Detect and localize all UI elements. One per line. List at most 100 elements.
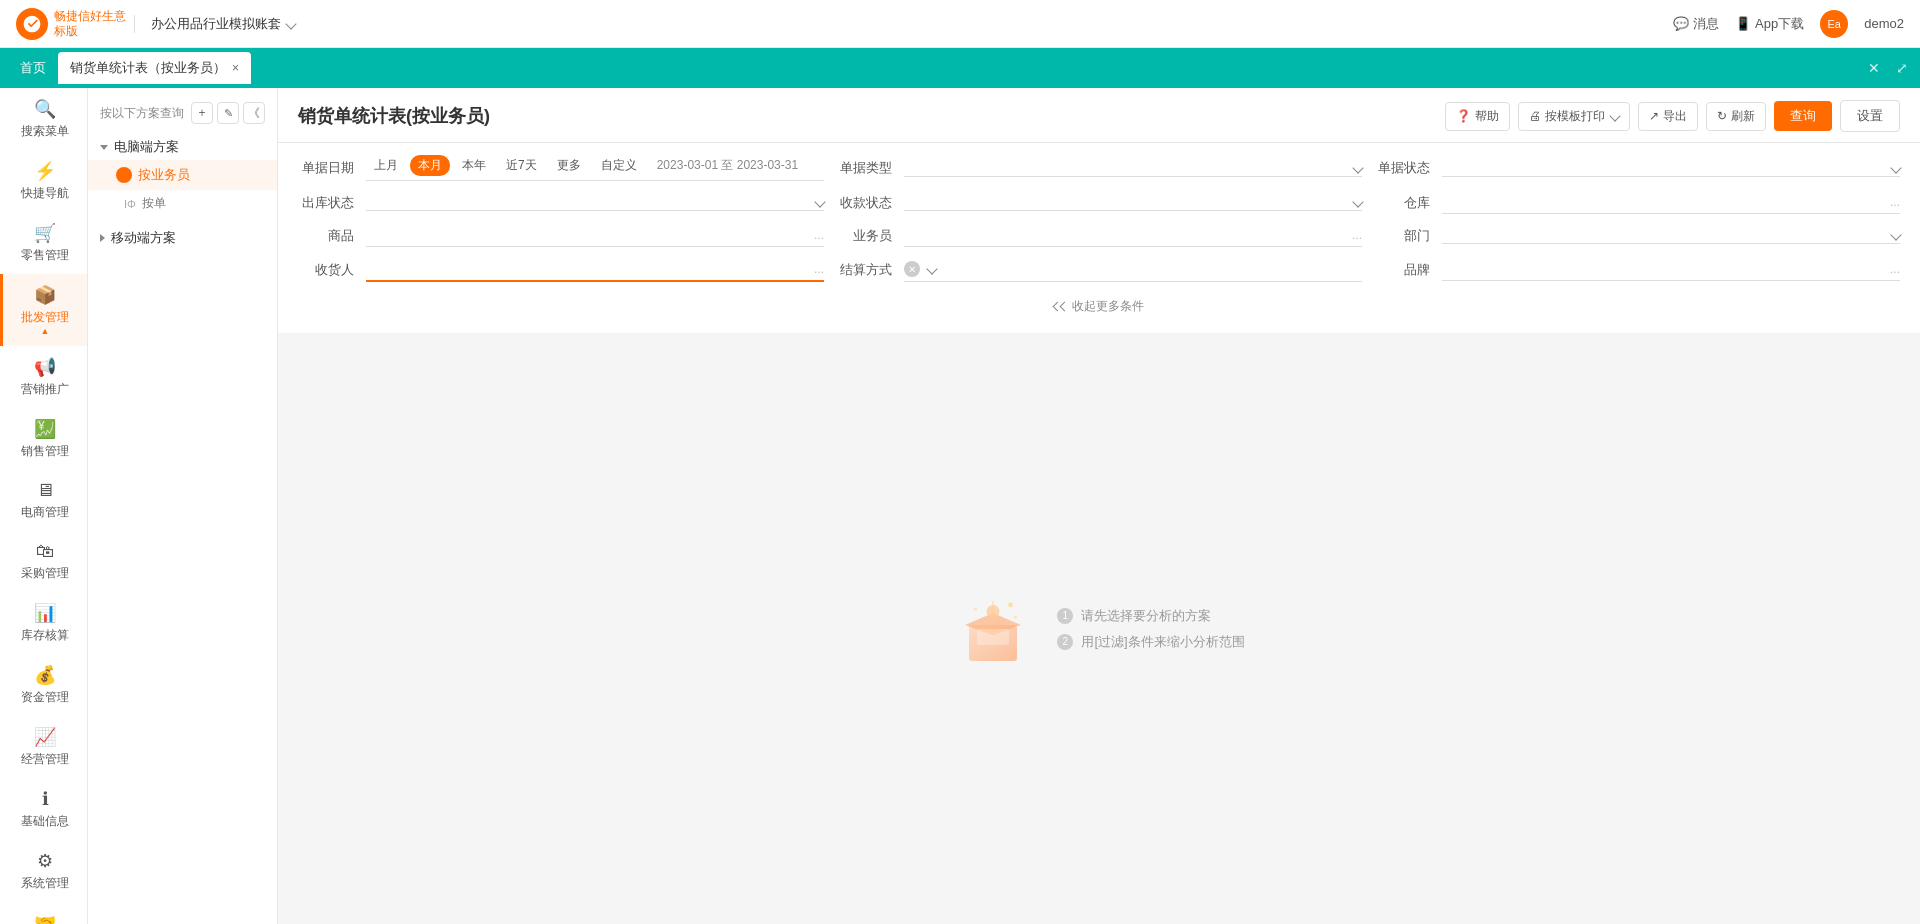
salesman-select[interactable]: ...: [904, 224, 1362, 247]
svg-point-7: [974, 607, 977, 610]
sidebar-item-operations[interactable]: 📈 经营管理: [0, 716, 87, 778]
delivery-chevron: [814, 196, 825, 207]
print-button[interactable]: 🖨 按模板打印: [1518, 102, 1630, 131]
ecommerce-icon: 🖥: [36, 480, 54, 501]
wholesale-icon: 📦: [34, 284, 56, 306]
inventory-icon: 📊: [34, 602, 56, 624]
scheme-item-by-salesman[interactable]: 按业务员: [88, 160, 277, 190]
download-icon: 📱: [1735, 16, 1751, 31]
tab-close-window[interactable]: ✕: [1864, 56, 1884, 80]
svg-point-5: [1009, 602, 1014, 607]
tab-expand-window[interactable]: ⤢: [1892, 56, 1912, 80]
sidebar-item-system[interactable]: ⚙ 系统管理: [0, 840, 87, 902]
date-tab-this-year[interactable]: 本年: [454, 155, 494, 176]
left-panel: 按以下方案查询 + ✎ 《 电脑端方案: [88, 88, 278, 924]
date-tab-custom[interactable]: 自定义: [593, 155, 645, 176]
tab-home[interactable]: 首页: [8, 52, 58, 84]
main-layout: 🔍 搜索菜单 ⚡ 快捷导航 🛒 零售管理 📦 批发管理 ▲ 📢 营销推广 💹 销…: [0, 88, 1920, 924]
scheme-dot-icon: [116, 167, 132, 183]
page-actions: ❓ 帮助 🖨 按模板打印 ↗ 导出 ↻: [1445, 100, 1900, 132]
scheme-group-mobile: 移动端方案: [88, 221, 277, 255]
settle-label: 结算方式: [836, 261, 892, 279]
user-action[interactable]: demo2: [1864, 16, 1904, 31]
sidebar-item-marketing[interactable]: 📢 营销推广: [0, 346, 87, 408]
payment-select[interactable]: [904, 194, 1362, 211]
operations-icon: 📈: [34, 726, 56, 748]
doc-type-select[interactable]: [904, 160, 1362, 177]
tab-sales-stat[interactable]: 销货单统计表（按业务员） ×: [58, 52, 251, 84]
date-tab-more[interactable]: 更多: [549, 155, 589, 176]
sidebar-item-wholesale[interactable]: 📦 批发管理 ▲: [0, 274, 87, 346]
add-scheme-button[interactable]: +: [191, 102, 213, 124]
collapse-bar[interactable]: 收起更多条件: [298, 292, 1900, 321]
scheme-group-desktop-title[interactable]: 电脑端方案: [88, 134, 277, 160]
goods-select[interactable]: ...: [366, 224, 824, 247]
collapse-panel-button[interactable]: 《: [243, 102, 265, 124]
date-tab-this-month[interactable]: 本月: [410, 155, 450, 176]
query-button[interactable]: 查询: [1774, 101, 1832, 131]
warehouse-select[interactable]: ...: [1442, 191, 1900, 214]
doc-type-label: 单据类型: [836, 159, 892, 177]
sidebar-item-ecommerce[interactable]: 🖥 电商管理: [0, 470, 87, 531]
refresh-button[interactable]: ↻ 刷新: [1706, 102, 1766, 131]
export-icon: ↗: [1649, 109, 1659, 123]
settle-clear-button[interactable]: ✕: [904, 261, 920, 277]
tip2-num: 2: [1057, 634, 1073, 650]
tip1-text: 请先选择要分析的方案: [1081, 607, 1211, 625]
doc-status-chevron: [1890, 162, 1901, 173]
sidebar-item-sales[interactable]: 💹 销售管理: [0, 408, 87, 470]
date-tab-last7[interactable]: 近7天: [498, 155, 545, 176]
sidebar-item-quicknav[interactable]: ⚡ 快捷导航: [0, 150, 87, 212]
scheme-group-mobile-title[interactable]: 移动端方案: [88, 225, 277, 251]
group-collapsed-icon: [100, 234, 105, 242]
top-header: 畅捷信好生意 标版 办公用品行业模拟账套 💬 消息 📱 App下载 Ea dem…: [0, 0, 1920, 48]
sidebar-item-basic[interactable]: ℹ 基础信息: [0, 778, 87, 840]
brand-select[interactable]: ...: [1442, 258, 1900, 281]
message-action[interactable]: 💬 消息: [1673, 15, 1719, 33]
goods-dots: ...: [814, 228, 824, 242]
help-button[interactable]: ❓ 帮助: [1445, 102, 1510, 131]
tab-close-icon[interactable]: ×: [232, 61, 239, 75]
group-expand-icon: [100, 145, 108, 150]
empty-state: 1 请先选择要分析的方案 2 用[过滤]条件来缩小分析范围: [278, 333, 1920, 924]
filter-row-4: 收货人 ... 结算方式 ✕ 品牌 ...: [298, 257, 1900, 282]
warehouse-dots: ...: [1890, 195, 1900, 209]
download-action[interactable]: 📱 App下载: [1735, 15, 1804, 33]
consignee-input[interactable]: ...: [366, 258, 824, 282]
brand-dots: ...: [1890, 262, 1900, 276]
department-select[interactable]: [1442, 227, 1900, 244]
left-panel-title: 按以下方案查询: [100, 105, 184, 122]
delivery-select[interactable]: [366, 194, 824, 211]
user-avatar[interactable]: Ea: [1820, 10, 1848, 38]
finance-icon: 💰: [34, 664, 56, 686]
scheme-subitem-by-order[interactable]: IΦ 按单: [88, 190, 277, 217]
filter-row-2: 出库状态 收款状态 仓库 ...: [298, 191, 1900, 214]
tab-bar-actions: ✕ ⤢: [1864, 56, 1912, 80]
sidebar-item-retail[interactable]: 🛒 零售管理: [0, 212, 87, 274]
sidebar-item-coop[interactable]: 🤝 企业协同: [0, 902, 87, 924]
print-icon: 🖨: [1529, 109, 1541, 123]
sidebar-item-purchase[interactable]: 🛍 采购管理: [0, 531, 87, 592]
settle-select[interactable]: ✕: [904, 257, 1362, 282]
coop-icon: 🤝: [34, 912, 56, 924]
page-title-row: 销货单统计表(按业务员) ❓ 帮助 🖨 按模板打印 ↗: [298, 100, 1900, 132]
date-tabs: 上月 本月 本年 近7天 更多 自定义: [366, 155, 645, 176]
settings-button[interactable]: 设置: [1840, 100, 1900, 132]
sidebar-item-search[interactable]: 🔍 搜索菜单: [0, 88, 87, 150]
app-selector[interactable]: 办公用品行业模拟账套: [143, 11, 303, 37]
date-tab-last-month[interactable]: 上月: [366, 155, 406, 176]
doc-status-select[interactable]: [1442, 160, 1900, 177]
refresh-icon: ↻: [1717, 109, 1727, 123]
help-icon: ❓: [1456, 109, 1471, 123]
sidebar: 🔍 搜索菜单 ⚡ 快捷导航 🛒 零售管理 📦 批发管理 ▲ 📢 营销推广 💹 销…: [0, 88, 88, 924]
sidebar-item-inventory[interactable]: 📊 库存核算: [0, 592, 87, 654]
scheme-group-desktop: 电脑端方案 按业务员 IΦ 按单: [88, 130, 277, 221]
header-left: 畅捷信好生意 标版 办公用品行业模拟账套: [16, 8, 303, 40]
sidebar-item-finance[interactable]: 💰 资金管理: [0, 654, 87, 716]
tip2-text: 用[过滤]条件来缩小分析范围: [1081, 633, 1244, 651]
filter-row-1: 单据日期 上月 本月 本年 近7天 更多 自定义 2023-03-01 至 20…: [298, 155, 1900, 181]
header-divider: [134, 15, 135, 33]
payment-chevron: [1352, 196, 1363, 207]
export-button[interactable]: ↗ 导出: [1638, 102, 1698, 131]
edit-scheme-button[interactable]: ✎: [217, 102, 239, 124]
